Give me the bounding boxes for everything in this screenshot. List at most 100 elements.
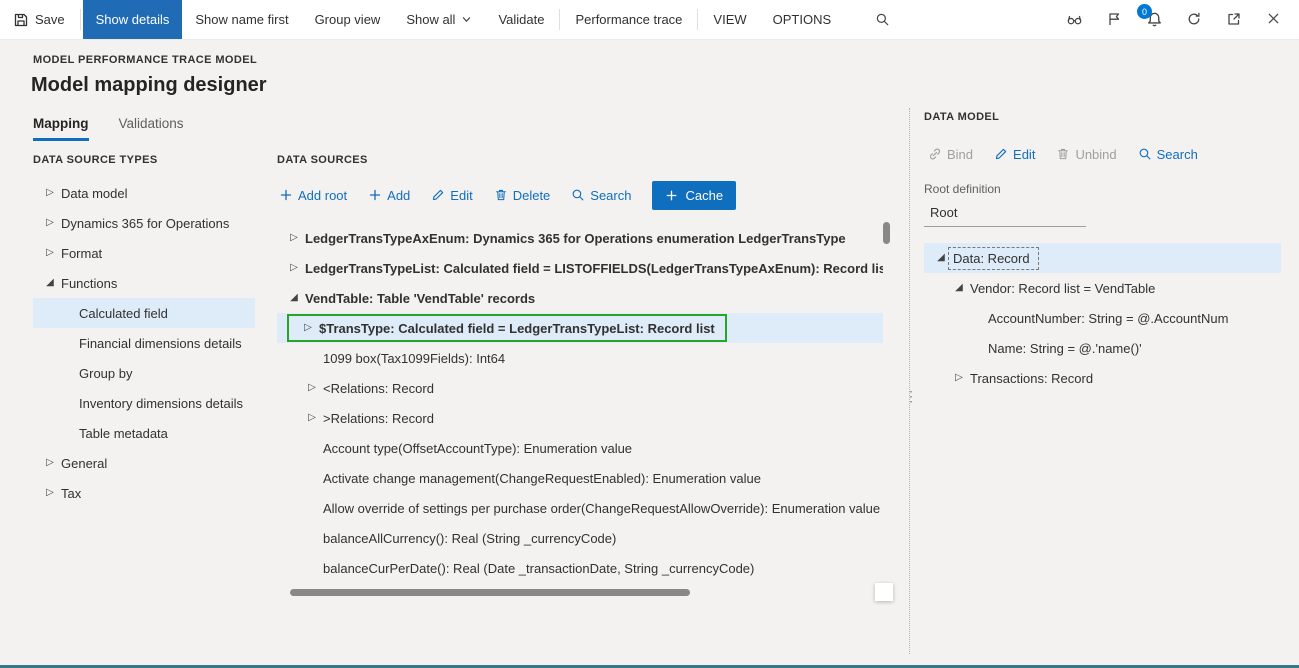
tab-strip: Mapping Validations — [33, 116, 184, 141]
tree-row[interactable]: ▷ Data model — [33, 178, 255, 208]
edit-button[interactable]: Edit — [994, 147, 1035, 162]
vertical-scrollbar[interactable] — [883, 222, 890, 244]
add-root-button[interactable]: Add root — [279, 188, 347, 203]
expand-icon[interactable]: ▷ — [285, 233, 303, 243]
save-button[interactable]: Save — [0, 0, 78, 39]
data-source-types-tree: ▷ Data model ▷ Dynamics 365 for Operations ▷… — [33, 178, 255, 508]
tree-row[interactable]: ◢ VendTable: Table 'VendTable' records — [277, 283, 883, 313]
notifications-icon[interactable]: 0 — [1137, 4, 1163, 28]
search-icon — [875, 12, 890, 27]
expand-icon[interactable]: ▷ — [303, 383, 321, 393]
collapse-icon[interactable]: ◢ — [41, 278, 59, 288]
expand-icon[interactable]: ▷ — [41, 218, 59, 228]
tree-row[interactable]: ◢ Vendor: Record list = VendTable — [924, 273, 1281, 303]
pencil-icon — [431, 188, 445, 202]
expand-icon[interactable]: ▷ — [41, 488, 59, 498]
expand-icon[interactable]: ▷ — [303, 413, 321, 423]
bind-label: Bind — [947, 146, 974, 162]
close-icon[interactable] — [1266, 11, 1283, 28]
tree-row-label: Dynamics 365 for Operations — [61, 215, 230, 231]
tree-row[interactable]: ▷ Transactions: Record — [924, 363, 1281, 393]
root-definition-input[interactable] — [924, 199, 1086, 227]
unbind-button[interactable]: Unbind — [1056, 147, 1117, 162]
tree-row[interactable]: ▷ General — [33, 448, 255, 478]
tree-row[interactable]: ▷ LedgerTransTypeList: Calculated field =… — [277, 253, 883, 283]
expand-icon[interactable]: ▷ — [299, 323, 317, 333]
tree-row[interactable]: Calculated field — [33, 298, 255, 328]
add-button[interactable]: Add — [368, 188, 410, 203]
show-details-button[interactable]: Show details — [82, 0, 183, 39]
refresh-icon[interactable] — [1186, 11, 1203, 28]
popout-icon[interactable] — [1226, 11, 1243, 28]
tree-row-label: Tax — [61, 485, 82, 501]
edit-button[interactable]: Edit — [431, 188, 473, 203]
pencil-icon — [994, 147, 1008, 161]
tree-row[interactable]: Financial dimensions details — [33, 328, 255, 358]
expand-icon[interactable]: ▷ — [41, 248, 59, 258]
tree-row-label: Format — [61, 245, 103, 261]
search-button[interactable]: Search — [1138, 147, 1198, 162]
collapse-icon[interactable]: ◢ — [950, 283, 968, 293]
tree-row[interactable]: ◢ Functions — [33, 268, 255, 298]
tree-row[interactable]: ◢ Data: Record — [924, 243, 1281, 273]
chevron-down-icon — [461, 14, 472, 25]
search-button[interactable]: Search — [571, 188, 631, 203]
tree-row-label: Data model — [61, 185, 128, 201]
options-menu[interactable]: OPTIONS — [760, 0, 845, 39]
expand-icon[interactable]: ▷ — [41, 188, 59, 198]
tree-row[interactable]: AccountNumber: String = @.AccountNum — [924, 303, 1281, 333]
toolbar-divider — [697, 9, 699, 30]
horizontal-scrollbar[interactable] — [290, 589, 690, 596]
expand-icon[interactable]: ▷ — [41, 458, 59, 468]
toolbar-divider — [79, 9, 81, 30]
tab-validations[interactable]: Validations — [119, 116, 184, 141]
show-all-label: Show all — [406, 12, 456, 27]
tree-row-label: Table metadata — [79, 425, 168, 441]
tree-row[interactable]: Group by — [33, 358, 255, 388]
tree-row[interactable]: Inventory dimensions details — [33, 388, 255, 418]
group-view-button[interactable]: Group view — [302, 0, 394, 39]
collapse-icon[interactable]: ◢ — [285, 293, 303, 303]
toolbar-search-button[interactable] — [862, 0, 903, 39]
tree-row[interactable]: Table metadata — [33, 418, 255, 448]
page-title: Model mapping designer — [31, 74, 267, 96]
tree-row[interactable]: balanceAllCurrency(): Real (String _curr… — [277, 523, 883, 553]
validate-button[interactable]: Validate — [485, 0, 557, 39]
tree-row[interactable]: ▷ <Relations: Record — [277, 373, 883, 403]
tree-row[interactable]: 1099 box(Tax1099Fields): Int64 — [277, 343, 883, 373]
panel-splitter[interactable] — [909, 108, 910, 654]
tree-row[interactable]: ▷ LedgerTransTypeAxEnum: Dynamics 365 for… — [277, 223, 883, 253]
tree-row[interactable]: ▷ Tax — [33, 478, 255, 508]
tree-row[interactable]: Account type(OffsetAccountType): Enumera… — [277, 433, 883, 463]
tree-row[interactable]: ▷ Format — [33, 238, 255, 268]
show-all-dropdown[interactable]: Show all — [393, 0, 485, 39]
splitter-handle-icon[interactable]: ⋮ — [904, 388, 918, 405]
flag-icon[interactable] — [1106, 11, 1123, 28]
delete-button[interactable]: Delete — [494, 187, 551, 203]
tree-row[interactable]: balanceCurPerDate(): Real (Date _transac… — [277, 553, 883, 583]
save-icon — [13, 12, 29, 28]
glasses-icon[interactable] — [1066, 11, 1083, 28]
tree-row[interactable]: Name: String = @.'name()' — [924, 333, 1281, 363]
tree-row[interactable]: ▷ >Relations: Record — [277, 403, 883, 433]
tree-row[interactable]: Allow override of settings per purchase … — [277, 493, 883, 523]
tree-row[interactable]: ▷ $TransType: Calculated field = LedgerTr… — [277, 313, 883, 343]
tree-row-label: Calculated field — [79, 305, 168, 321]
tree-row[interactable]: ▷ Dynamics 365 for Operations — [33, 208, 255, 238]
tree-row[interactable]: Activate change management(ChangeRequest… — [277, 463, 883, 493]
selection-highlight-frame: ▷ $TransType: Calculated field = LedgerTr… — [287, 314, 727, 342]
expand-icon[interactable]: ▷ — [285, 263, 303, 273]
show-name-first-button[interactable]: Show name first — [182, 0, 301, 39]
performance-trace-button[interactable]: Performance trace — [562, 0, 695, 39]
tree-row-label: $TransType: Calculated field = LedgerTra… — [319, 320, 715, 336]
delete-label: Delete — [512, 187, 551, 203]
tab-mapping[interactable]: Mapping — [33, 116, 89, 141]
expand-icon[interactable]: ▷ — [950, 373, 968, 383]
record-caption: MODEL PERFORMANCE TRACE MODEL — [33, 54, 258, 66]
tree-row-label: Activate change management(ChangeRequest… — [323, 470, 761, 486]
view-menu[interactable]: VIEW — [700, 0, 759, 39]
tree-row-label: Inventory dimensions details — [79, 395, 244, 411]
add-label: Add — [387, 187, 411, 203]
cache-button[interactable]: Cache — [652, 180, 737, 210]
bind-button[interactable]: Bind — [928, 147, 973, 162]
